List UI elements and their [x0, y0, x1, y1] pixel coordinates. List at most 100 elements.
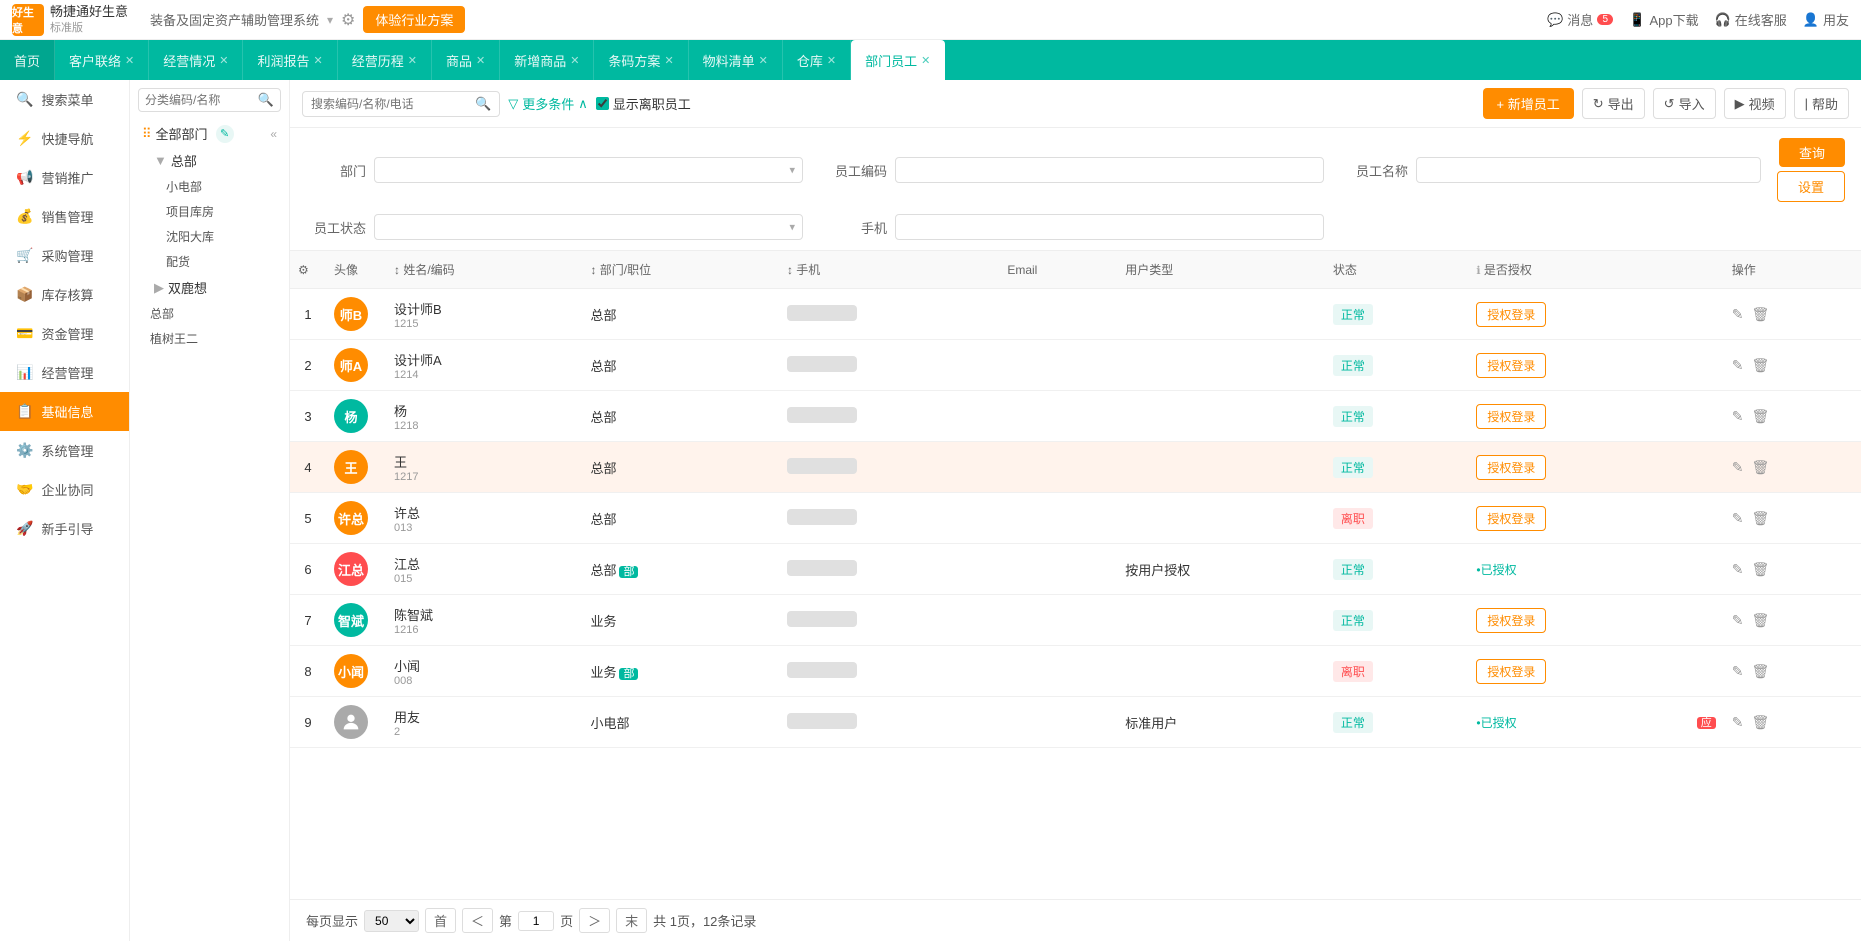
authorize-button[interactable]: 授权登录	[1476, 302, 1546, 327]
tab-customer[interactable]: 客户联络✕	[55, 40, 149, 80]
import-button[interactable]: ↺ 导入	[1653, 88, 1716, 119]
authorize-button[interactable]: 授权登录	[1476, 659, 1546, 684]
edit-button[interactable]: ✎	[1732, 561, 1744, 578]
tab-operation[interactable]: 经营情况✕	[149, 40, 243, 80]
authorize-button[interactable]: 授权登录	[1476, 404, 1546, 429]
empcode-input[interactable]	[895, 157, 1324, 183]
help-button[interactable]: | 帮助	[1794, 88, 1849, 119]
per-page-select[interactable]: 50 100	[364, 910, 419, 932]
sidebar-item-finance[interactable]: 💳 资金管理	[0, 314, 129, 353]
edit-icon[interactable]: ✎	[216, 125, 234, 143]
set-button[interactable]: 设置	[1777, 171, 1845, 202]
trial-button[interactable]: 体验行业方案	[363, 6, 465, 33]
next-page-btn[interactable]: ＞	[579, 908, 610, 933]
col-dept[interactable]: ↕ 部门/职位	[582, 251, 778, 289]
delete-button[interactable]: 🗑	[1752, 612, 1770, 629]
authorize-button[interactable]: 授权登录	[1476, 506, 1546, 531]
user-btn[interactable]: 👤 用友	[1803, 10, 1849, 29]
close-icon[interactable]: ✕	[759, 54, 768, 67]
close-icon[interactable]: ✕	[921, 54, 930, 67]
query-button[interactable]: 查询	[1779, 138, 1845, 167]
dept-node-plant[interactable]: 植树王二	[138, 326, 281, 351]
dept-search-icon[interactable]: 🔍	[258, 92, 274, 108]
online-service-btn[interactable]: 🎧 在线客服	[1715, 10, 1787, 29]
view-button[interactable]: ▶ 视频	[1724, 88, 1786, 119]
tab-profit[interactable]: 利润报告✕	[243, 40, 337, 80]
dept-group-hq[interactable]: ▼ 总部	[146, 147, 281, 174]
edit-button[interactable]: ✎	[1732, 306, 1744, 323]
tab-warehouse[interactable]: 仓库✕	[783, 40, 851, 80]
app-download-btn[interactable]: 📱 App下载	[1629, 10, 1698, 29]
dept-group-shuanglu-header[interactable]: ▶ 双鹿想	[146, 274, 281, 301]
tab-history[interactable]: 经营历程✕	[338, 40, 432, 80]
close-icon[interactable]: ✕	[125, 54, 134, 67]
phone-input[interactable]	[895, 214, 1324, 240]
dept-node-distribution[interactable]: 配货	[154, 249, 281, 274]
collapse-icon[interactable]: «	[270, 127, 277, 141]
sidebar-item-sales[interactable]: 💰 销售管理	[0, 197, 129, 236]
sidebar-item-purchase[interactable]: 🛒 采购管理	[0, 236, 129, 275]
export-button[interactable]: ↻ 导出	[1582, 88, 1645, 119]
delete-button[interactable]: 🗑	[1752, 714, 1770, 731]
search-submit-icon[interactable]: 🔍	[475, 96, 491, 112]
sidebar-item-search[interactable]: 🔍 搜索菜单	[0, 80, 129, 119]
edit-button[interactable]: ✎	[1732, 663, 1744, 680]
last-page-btn[interactable]: 末	[616, 908, 647, 933]
col-settings[interactable]: ⚙	[290, 251, 326, 289]
first-page-btn[interactable]: 首	[425, 908, 456, 933]
close-icon[interactable]: ✕	[476, 54, 485, 67]
empstatus-select[interactable]	[374, 214, 803, 240]
authorize-button[interactable]: 授权登录	[1476, 608, 1546, 633]
sidebar-item-nav[interactable]: ⚡ 快捷导航	[0, 119, 129, 158]
sidebar-item-basic[interactable]: 📋 基础信息	[0, 392, 129, 431]
authorize-button[interactable]: 授权登录	[1476, 455, 1546, 480]
close-icon[interactable]: ✕	[314, 54, 323, 67]
dept-node-project[interactable]: 项目库房	[154, 199, 281, 224]
settings-icon[interactable]: ⚙	[341, 10, 355, 30]
sidebar-item-guide[interactable]: 🚀 新手引导	[0, 509, 129, 548]
close-icon[interactable]: ✕	[827, 54, 836, 67]
sidebar-item-marketing[interactable]: 📢 营销推广	[0, 158, 129, 197]
col-phone[interactable]: ↕ 手机	[779, 251, 999, 289]
delete-button[interactable]: 🗑	[1752, 357, 1770, 374]
close-icon[interactable]: ✕	[664, 54, 673, 67]
dept-node-xiaodian[interactable]: 小电部	[154, 174, 281, 199]
sidebar-item-inventory[interactable]: 📦 库存核算	[0, 275, 129, 314]
tab-new-goods[interactable]: 新增商品✕	[500, 40, 594, 80]
edit-button[interactable]: ✎	[1732, 459, 1744, 476]
search-input[interactable]	[311, 97, 471, 111]
dept-node-shenyang[interactable]: 沈阳大库	[154, 224, 281, 249]
dept-select[interactable]	[374, 157, 803, 183]
tab-department[interactable]: 部门员工✕	[851, 40, 945, 80]
tab-home[interactable]: 首页	[0, 40, 55, 80]
system-dropdown[interactable]: ▾	[327, 13, 333, 27]
add-employee-button[interactable]: + 新增员工	[1483, 88, 1574, 119]
delete-button[interactable]: 🗑	[1752, 561, 1770, 578]
close-icon[interactable]: ✕	[570, 54, 579, 67]
edit-button[interactable]: ✎	[1732, 408, 1744, 425]
more-conditions-btn[interactable]: ▽ 更多条件 ∧	[508, 94, 588, 113]
tab-bom[interactable]: 物料清单✕	[689, 40, 783, 80]
dept-search-input[interactable]	[145, 93, 254, 107]
delete-button[interactable]: 🗑	[1752, 663, 1770, 680]
edit-button[interactable]: ✎	[1732, 612, 1744, 629]
tab-barcode[interactable]: 条码方案✕	[594, 40, 688, 80]
edit-button[interactable]: ✎	[1732, 357, 1744, 374]
close-icon[interactable]: ✕	[219, 54, 228, 67]
sidebar-item-system[interactable]: ⚙️ 系统管理	[0, 431, 129, 470]
delete-button[interactable]: 🗑	[1752, 408, 1770, 425]
sidebar-item-collab[interactable]: 🤝 企业协同	[0, 470, 129, 509]
delete-button[interactable]: 🗑	[1752, 306, 1770, 323]
page-input[interactable]	[518, 911, 554, 931]
message-btn[interactable]: 💬 消息 5	[1547, 10, 1613, 29]
close-icon[interactable]: ✕	[408, 54, 417, 67]
delete-button[interactable]: 🗑	[1752, 459, 1770, 476]
authorize-button[interactable]: 授权登录	[1476, 353, 1546, 378]
show-resigned-checkbox[interactable]: 显示离职员工	[596, 94, 691, 113]
dept-node-zongbu[interactable]: 总部	[138, 301, 281, 326]
edit-button[interactable]: ✎	[1732, 510, 1744, 527]
prev-page-btn[interactable]: ＜	[462, 908, 493, 933]
col-name[interactable]: ↕ 姓名/编码	[386, 251, 582, 289]
edit-button[interactable]: ✎	[1732, 714, 1744, 731]
tab-goods[interactable]: 商品✕	[432, 40, 500, 80]
